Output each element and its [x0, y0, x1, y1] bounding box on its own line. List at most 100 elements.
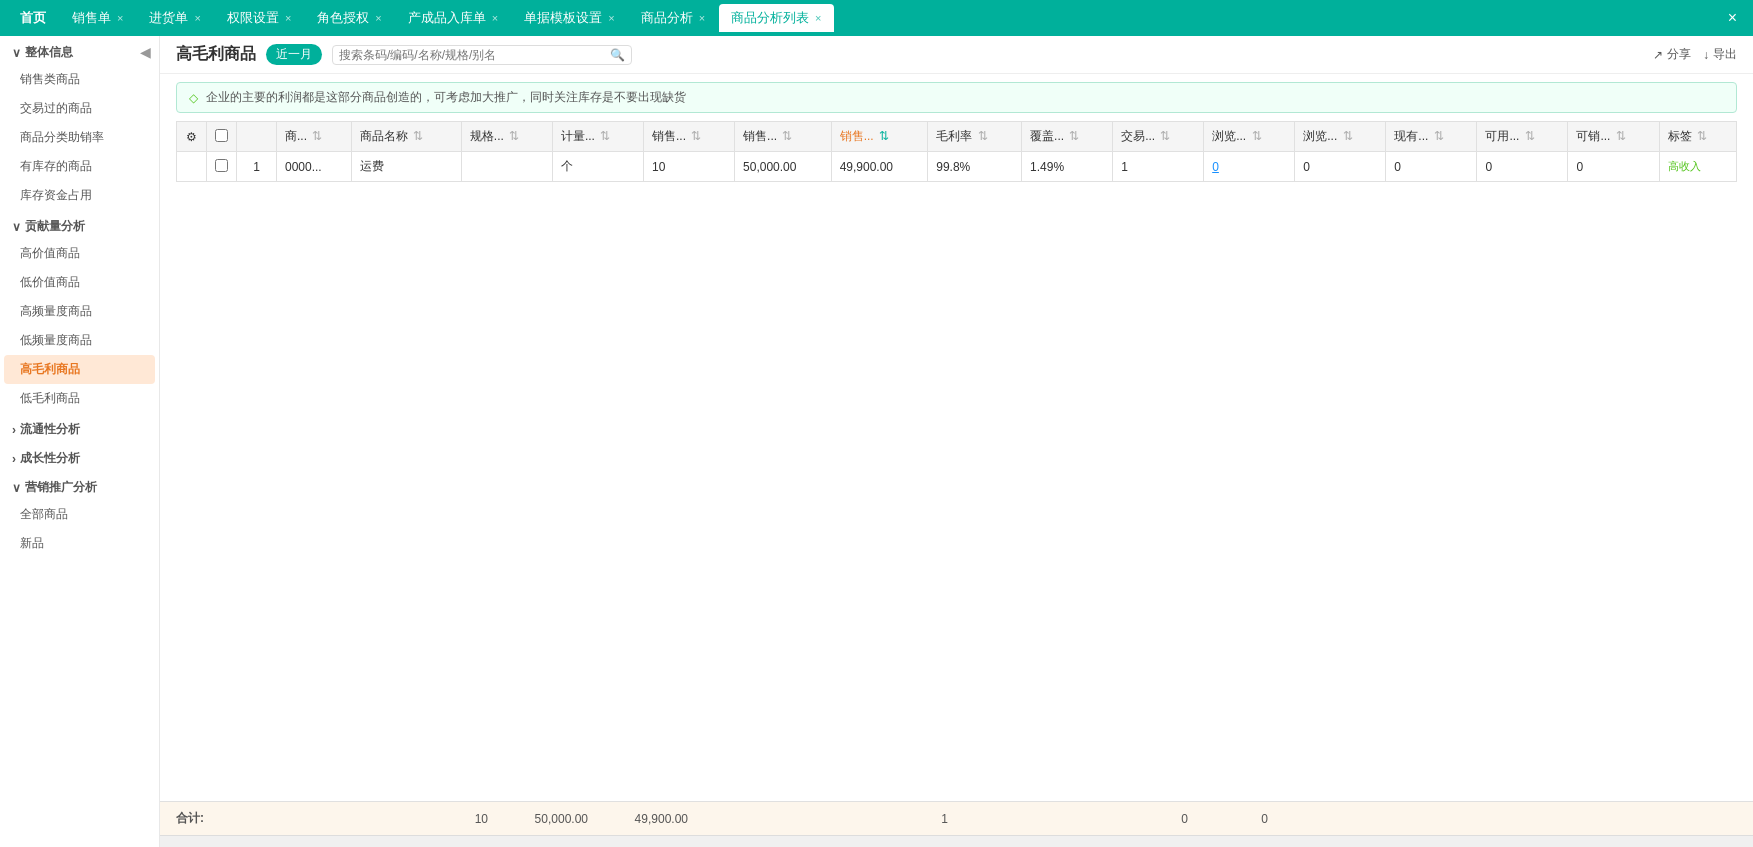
- sidebar-group-flow[interactable]: › 流通性分析: [0, 413, 159, 442]
- chevron-down-icon-3: ∨: [12, 481, 21, 495]
- sort-amount-icon: ⇅: [782, 129, 792, 143]
- col-sales-cost-header[interactable]: 销售... ⇅: [831, 122, 928, 152]
- sidebar-item-high-margin[interactable]: 高毛利商品: [4, 355, 155, 384]
- tab-analysis-list[interactable]: 商品分析列表 ×: [719, 4, 833, 32]
- col-margin-rate-header[interactable]: 毛利率 ⇅: [928, 122, 1022, 152]
- close-purchase[interactable]: ×: [194, 12, 200, 24]
- col-spec-header[interactable]: 规格... ⇅: [461, 122, 552, 152]
- row-margin-rate: 99.8%: [928, 152, 1022, 182]
- chevron-right-icon: ›: [12, 423, 16, 437]
- close-analysis[interactable]: ×: [699, 12, 705, 24]
- sort-stock-icon: ⇅: [1434, 129, 1444, 143]
- sidebar-item-low-price[interactable]: 低价值商品: [0, 268, 159, 297]
- sort-unit-icon: ⇅: [600, 129, 610, 143]
- tab-sales-order[interactable]: 销售单 ×: [60, 4, 135, 32]
- col-tag-header[interactable]: 标签 ⇅: [1659, 122, 1737, 152]
- top-nav-bar: 首页 销售单 × 进货单 × 权限设置 × 角色授权 × 产成品入库单 × 单据…: [0, 0, 1753, 36]
- sidebar-item-stock-occupy[interactable]: 库存资金占用: [0, 181, 159, 210]
- chevron-down-icon: ∨: [12, 46, 21, 60]
- content-panel: 高毛利商品 近一月 🔍 ↗ 分享 ↓ 导出: [160, 36, 1753, 847]
- sidebar-group-growth[interactable]: › 成长性分析: [0, 442, 159, 471]
- sidebar-item-analysis-rate[interactable]: 商品分类助销率: [0, 123, 159, 152]
- tab-purchase[interactable]: 进货单 ×: [137, 4, 212, 32]
- search-icon[interactable]: 🔍: [610, 48, 625, 62]
- tab-permissions[interactable]: 权限设置 ×: [215, 4, 303, 32]
- col-name-header[interactable]: 商品名称 ⇅: [351, 122, 461, 152]
- tab-products-in[interactable]: 产成品入库单 ×: [396, 4, 510, 32]
- sort-saleable-icon: ⇅: [1616, 129, 1626, 143]
- content-header: 高毛利商品 近一月 🔍 ↗ 分享 ↓ 导出: [160, 36, 1753, 74]
- row-browse2: 0: [1295, 152, 1386, 182]
- col-unit-header[interactable]: 计量... ⇅: [552, 122, 643, 152]
- filter-recent-month-button[interactable]: 近一月: [266, 44, 322, 65]
- col-check-header[interactable]: [207, 122, 237, 152]
- row-tag: 高收入: [1659, 152, 1737, 182]
- col-saleable-header[interactable]: 可销... ⇅: [1568, 122, 1659, 152]
- row-saleable: 0: [1568, 152, 1659, 182]
- sidebar-item-low-freq[interactable]: 低频量度商品: [0, 326, 159, 355]
- tab-roles[interactable]: 角色授权 ×: [305, 4, 393, 32]
- sort-cost-icon: ⇅: [879, 129, 889, 143]
- row-sales-amount: 50,000.00: [735, 152, 832, 182]
- sidebar-item-sales-goods[interactable]: 销售类商品: [0, 65, 159, 94]
- col-settings-header[interactable]: ⚙: [177, 122, 207, 152]
- row-sales-cost: 49,900.00: [831, 152, 928, 182]
- row-check[interactable]: [207, 152, 237, 182]
- sort-tag-icon: ⇅: [1697, 129, 1707, 143]
- col-transaction-header[interactable]: 交易... ⇅: [1113, 122, 1204, 152]
- row-settings: [177, 152, 207, 182]
- close-permissions[interactable]: ×: [285, 12, 291, 24]
- footer-transaction: 1: [856, 812, 956, 826]
- export-button[interactable]: ↓ 导出: [1703, 46, 1737, 63]
- search-box: 🔍: [332, 45, 632, 65]
- col-code-header[interactable]: 商... ⇅: [277, 122, 352, 152]
- sidebar-item-high-price[interactable]: 高价值商品: [0, 239, 159, 268]
- sidebar: ◀ ∨ 整体信息 销售类商品 交易过的商品 商品分类助销率 有库存的商品 库存资…: [0, 36, 160, 847]
- sidebar-item-all-goods[interactable]: 全部商品: [0, 500, 159, 529]
- main-area: ◀ ∨ 整体信息 销售类商品 交易过的商品 商品分类助销率 有库存的商品 库存资…: [0, 36, 1753, 847]
- footer-row: 合计: 10 50,000.00 49,900.00 1 0 0: [160, 801, 1753, 835]
- sidebar-item-in-stock[interactable]: 有库存的商品: [0, 152, 159, 181]
- close-template[interactable]: ×: [608, 12, 614, 24]
- share-button[interactable]: ↗ 分享: [1653, 46, 1691, 63]
- sidebar-group-wealth[interactable]: ∨ 贡献量分析: [0, 210, 159, 239]
- col-browse1-header[interactable]: 浏览... ⇅: [1204, 122, 1295, 152]
- close-analysis-list[interactable]: ×: [815, 12, 821, 24]
- horizontal-scrollbar[interactable]: [160, 835, 1753, 847]
- close-products-in[interactable]: ×: [492, 12, 498, 24]
- table-wrapper: ⚙ 商... ⇅ 商品名称 ⇅ 规格... ⇅ 计量... ⇅ 销售... ⇅ …: [160, 121, 1753, 801]
- row-code: 0000...: [277, 152, 352, 182]
- sidebar-group-overall[interactable]: ∨ 整体信息: [0, 36, 159, 65]
- sidebar-item-new-goods[interactable]: 新品: [0, 529, 159, 558]
- close-sales-order[interactable]: ×: [117, 12, 123, 24]
- col-sales-amount-header[interactable]: 销售... ⇅: [735, 122, 832, 152]
- row-num: 1: [237, 152, 277, 182]
- search-input[interactable]: [339, 48, 606, 62]
- sort-transaction-icon: ⇅: [1160, 129, 1170, 143]
- col-available-header[interactable]: 可用... ⇅: [1477, 122, 1568, 152]
- col-current-stock-header[interactable]: 现有... ⇅: [1386, 122, 1477, 152]
- select-all-checkbox[interactable]: [215, 129, 228, 142]
- tab-home[interactable]: 首页: [8, 4, 58, 32]
- sidebar-collapse-button[interactable]: ◀: [140, 44, 151, 60]
- row-available: 0: [1477, 152, 1568, 182]
- sidebar-group-marketing[interactable]: ∨ 营销推广分析: [0, 471, 159, 500]
- row-checkbox[interactable]: [215, 159, 228, 172]
- col-browse2-header[interactable]: 浏览... ⇅: [1295, 122, 1386, 152]
- tab-analysis[interactable]: 商品分析 ×: [629, 4, 717, 32]
- data-table: ⚙ 商... ⇅ 商品名称 ⇅ 规格... ⇅ 计量... ⇅ 销售... ⇅ …: [176, 121, 1737, 182]
- close-all-button[interactable]: ×: [1720, 9, 1745, 27]
- table-row: 1 0000... 运费 个: [177, 152, 1737, 182]
- tab-template[interactable]: 单据模板设置 ×: [512, 4, 626, 32]
- row-sales-qty: 10: [643, 152, 734, 182]
- sort-browse1-icon: ⇅: [1252, 129, 1262, 143]
- row-browse1[interactable]: 0: [1204, 152, 1295, 182]
- sidebar-item-high-freq[interactable]: 高频量度商品: [0, 297, 159, 326]
- export-icon: ↓: [1703, 48, 1709, 62]
- col-sales-qty-header[interactable]: 销售... ⇅: [643, 122, 734, 152]
- col-coverage-header[interactable]: 覆盖... ⇅: [1022, 122, 1113, 152]
- sidebar-item-low-margin[interactable]: 低毛利商品: [0, 384, 159, 413]
- sidebar-item-traded-goods[interactable]: 交易过的商品: [0, 94, 159, 123]
- info-icon: ◇: [189, 91, 198, 105]
- close-roles[interactable]: ×: [375, 12, 381, 24]
